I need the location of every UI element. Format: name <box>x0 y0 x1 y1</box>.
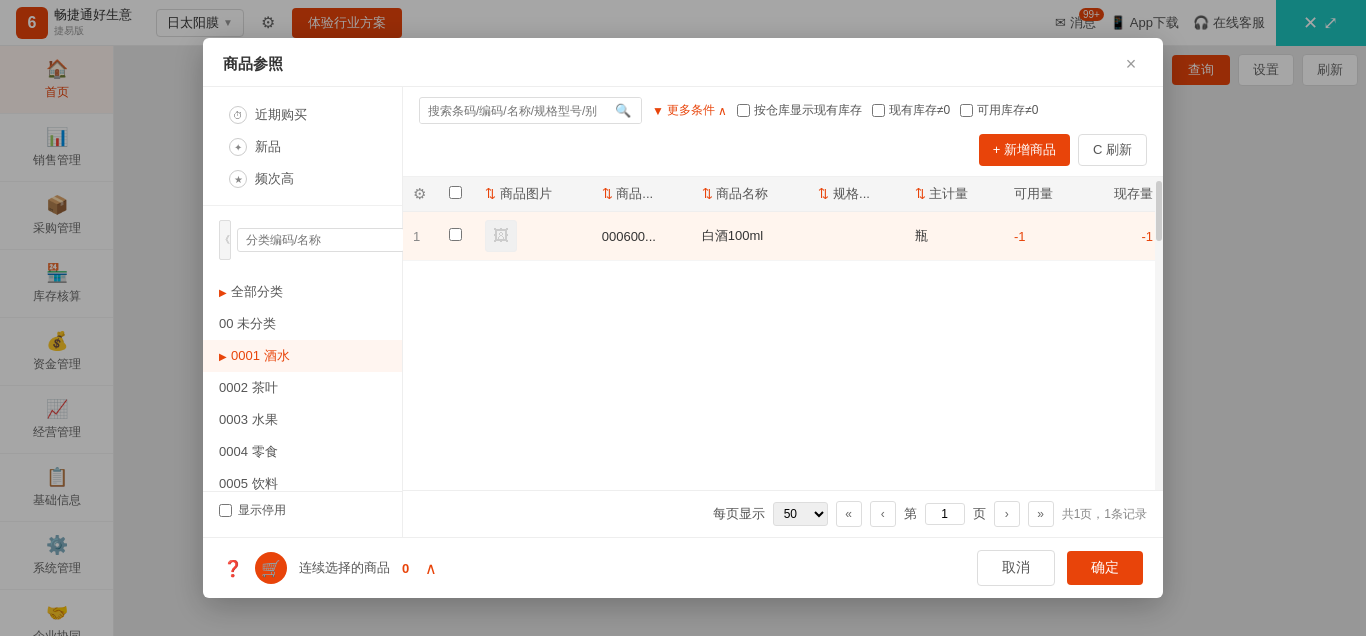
col-image-header[interactable]: ⇅ 商品图片 <box>475 177 592 212</box>
cat-all[interactable]: ▶ 全部分类 <box>203 276 402 308</box>
nonzero-stock-filter[interactable]: 现有库存≠0 <box>872 102 950 119</box>
row-spec <box>808 212 904 261</box>
col-spec-header[interactable]: ⇅ 规格... <box>808 177 904 212</box>
cat-alcohol[interactable]: ▶ 0001 酒水 <box>203 340 402 372</box>
arrow-active-icon: ▶ <box>219 351 227 362</box>
prev-page-button[interactable]: ‹ <box>870 501 896 527</box>
cat-drinks[interactable]: 0005 饮料 <box>203 468 402 491</box>
col-name-header[interactable]: ⇅ 商品名称 <box>692 177 809 212</box>
new-product-item[interactable]: ✦ 新品 <box>219 131 386 163</box>
show-disabled[interactable]: 显示停用 <box>203 491 402 529</box>
cat-fruit[interactable]: 0003 水果 <box>203 404 402 436</box>
filter-collapse-icon: ∧ <box>718 104 727 118</box>
sort-icon-spec: ⇅ <box>818 186 829 201</box>
product-table-container: ⚙ ⇅ 商品图片 ⇅ 商品... <box>403 177 1163 490</box>
category-list: ▶ 全部分类 00 未分类 ▶ 0001 酒水 0002 茶叶 0003 水果 <box>203 272 402 491</box>
filter-more-btn[interactable]: ▼ 更多条件 ∧ <box>652 102 727 119</box>
divider <box>203 205 402 206</box>
row-code: 000600... <box>592 212 692 261</box>
modal-footer: ❓ 🛒 连续选择的商品 0 ∧ 取消 确定 <box>203 537 1163 598</box>
row-available: -1 <box>1004 212 1084 261</box>
next-page-button[interactable]: › <box>994 501 1020 527</box>
frequent-item[interactable]: ★ 频次高 <box>219 163 386 195</box>
column-settings-icon[interactable]: ⚙ <box>413 185 426 202</box>
help-icon[interactable]: ❓ <box>223 559 243 578</box>
product-search-box: 🔍 <box>419 97 642 124</box>
first-page-button[interactable]: « <box>836 501 862 527</box>
recent-purchase-item[interactable]: ⏱ 近期购买 <box>219 99 386 131</box>
row-select-checkbox[interactable] <box>449 228 462 241</box>
confirm-button[interactable]: 确定 <box>1067 551 1143 585</box>
product-search-icon[interactable]: 🔍 <box>605 98 641 123</box>
warehouse-stock-checkbox[interactable] <box>737 104 750 117</box>
cart-button[interactable]: 🛒 <box>255 552 287 584</box>
scroll-thumb <box>1156 181 1162 241</box>
col-checkbox[interactable] <box>439 177 475 212</box>
filter-bar: 🔍 ▼ 更多条件 ∧ 按仓库显示现有库存 现有库存≠0 可用库存≠0 <box>403 87 1163 177</box>
modal-title: 商品参照 <box>223 55 283 74</box>
right-panel: 🔍 ▼ 更多条件 ∧ 按仓库显示现有库存 现有库存≠0 可用库存≠0 <box>403 87 1163 537</box>
pagination-bar: 每页显示 50 100 200 « ‹ 第 页 › » 共1页，1条记录 <box>403 490 1163 537</box>
new-icon: ✦ <box>229 138 247 156</box>
page-info: 共1页，1条记录 <box>1062 506 1147 523</box>
row-image: 🖼 <box>475 212 592 261</box>
left-panel: ⏱ 近期购买 ✦ 新品 ★ 频次高 《 🔍 <box>203 87 403 537</box>
row-unit: 瓶 <box>905 212 1004 261</box>
product-thumbnail: 🖼 <box>485 220 517 252</box>
product-search-input[interactable] <box>420 99 605 123</box>
col-available-header[interactable]: 可用量 <box>1004 177 1084 212</box>
sort-icon-code: ⇅ <box>602 186 613 201</box>
sort-icon-unit: ⇅ <box>915 186 926 201</box>
selected-count: 0 <box>402 561 409 576</box>
table-refresh-button[interactable]: C 刷新 <box>1078 134 1147 166</box>
available-stock-checkbox[interactable] <box>960 104 973 117</box>
product-reference-modal: 商品参照 × ⏱ 近期购买 ✦ 新品 ★ 频次高 《 <box>203 38 1163 598</box>
col-settings[interactable]: ⚙ <box>403 177 439 212</box>
filter-icon: ▼ <box>652 104 664 118</box>
clock-icon: ⏱ <box>229 106 247 124</box>
modal-body: ⏱ 近期购买 ✦ 新品 ★ 频次高 《 🔍 <box>203 87 1163 537</box>
col-unit-header[interactable]: ⇅ 主计量 <box>905 177 1004 212</box>
modal-header: 商品参照 × <box>203 38 1163 87</box>
select-all-checkbox[interactable] <box>449 186 462 199</box>
category-search: 🔍 <box>231 224 432 256</box>
category-search-input[interactable] <box>237 228 405 252</box>
row-name: 白酒100ml <box>692 212 809 261</box>
col-stock-header[interactable]: 现存量 <box>1083 177 1163 212</box>
cat-snacks[interactable]: 0004 零食 <box>203 436 402 468</box>
filter-actions: + 新增商品 C 刷新 <box>979 134 1147 166</box>
row-checkbox[interactable] <box>439 212 475 261</box>
collapse-button[interactable]: 《 <box>219 220 231 260</box>
footer-collapse-icon[interactable]: ∧ <box>425 559 437 578</box>
arrow-icon: ▶ <box>219 287 227 298</box>
scrollbar[interactable] <box>1155 177 1163 490</box>
sort-icon-name: ⇅ <box>702 186 713 201</box>
show-disabled-checkbox[interactable] <box>219 504 232 517</box>
image-placeholder-icon: 🖼 <box>493 227 509 245</box>
available-stock-filter[interactable]: 可用库存≠0 <box>960 102 1038 119</box>
star-icon: ★ <box>229 170 247 188</box>
sort-icon: ⇅ <box>485 186 496 201</box>
table-row[interactable]: 1 🖼 000600... 白酒100ml <box>403 212 1163 261</box>
warehouse-stock-filter[interactable]: 按仓库显示现有库存 <box>737 102 862 119</box>
nonzero-stock-checkbox[interactable] <box>872 104 885 117</box>
row-stock: -1 <box>1083 212 1163 261</box>
last-page-button[interactable]: » <box>1028 501 1054 527</box>
per-page-select[interactable]: 50 100 200 <box>773 502 828 526</box>
product-table: ⚙ ⇅ 商品图片 ⇅ 商品... <box>403 177 1163 261</box>
quick-access: ⏱ 近期购买 ✦ 新品 ★ 频次高 <box>203 95 402 199</box>
page-number-input[interactable] <box>925 503 965 525</box>
cat-uncategorized[interactable]: 00 未分类 <box>203 308 402 340</box>
row-num: 1 <box>403 212 439 261</box>
add-product-button[interactable]: + 新增商品 <box>979 134 1070 166</box>
col-code-header[interactable]: ⇅ 商品... <box>592 177 692 212</box>
cancel-button[interactable]: 取消 <box>977 550 1055 586</box>
modal-close-button[interactable]: × <box>1119 52 1143 76</box>
cat-tea[interactable]: 0002 茶叶 <box>203 372 402 404</box>
